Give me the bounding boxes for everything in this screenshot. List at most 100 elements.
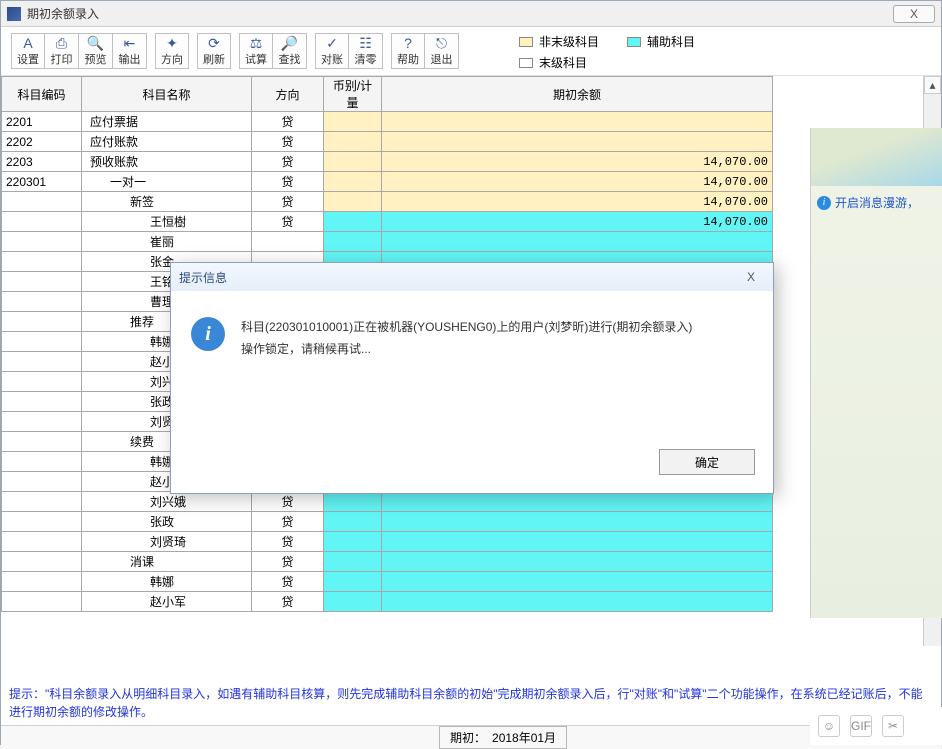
toolbar-方向-button[interactable]: ✦方向 bbox=[155, 33, 189, 69]
toolbar-帮助-button[interactable]: ?帮助 bbox=[391, 33, 425, 69]
table-row[interactable]: 2201应付票据贷 bbox=[2, 112, 773, 132]
cell-code[interactable]: 2202 bbox=[2, 132, 82, 152]
toolbar-预览-button[interactable]: 🔍预览 bbox=[79, 33, 113, 69]
emoji-icon[interactable]: ☺ bbox=[818, 715, 840, 737]
cell-name[interactable]: 应付票据 bbox=[82, 112, 252, 132]
scroll-up-icon[interactable]: ▴ bbox=[924, 76, 941, 94]
cell-code[interactable] bbox=[2, 292, 82, 312]
col-name[interactable]: 科目名称 bbox=[82, 77, 252, 112]
window-close-button[interactable]: X bbox=[893, 5, 935, 23]
cell-code[interactable] bbox=[2, 512, 82, 532]
cell-cur[interactable] bbox=[324, 212, 382, 232]
cell-name[interactable]: 新签 bbox=[82, 192, 252, 212]
col-bal[interactable]: 期初余额 bbox=[382, 77, 773, 112]
cell-name[interactable]: 消课 bbox=[82, 552, 252, 572]
cell-cur[interactable] bbox=[324, 232, 382, 252]
cell-cur[interactable] bbox=[324, 532, 382, 552]
cell-name[interactable]: 王恒樹 bbox=[82, 212, 252, 232]
cell-name[interactable]: 一对一 bbox=[82, 172, 252, 192]
cell-code[interactable]: 2203 bbox=[2, 152, 82, 172]
cell-dir[interactable]: 贷 bbox=[252, 152, 324, 172]
cell-bal[interactable] bbox=[382, 512, 773, 532]
cell-dir[interactable]: 贷 bbox=[252, 172, 324, 192]
cell-code[interactable] bbox=[2, 352, 82, 372]
cell-bal[interactable] bbox=[382, 112, 773, 132]
cell-code[interactable] bbox=[2, 252, 82, 272]
table-row[interactable]: 刘贤琦贷 bbox=[2, 532, 773, 552]
col-cur[interactable]: 币别/计量 bbox=[324, 77, 382, 112]
cell-dir[interactable]: 贷 bbox=[252, 112, 324, 132]
gif-icon[interactable]: GIF bbox=[850, 715, 872, 737]
cell-code[interactable] bbox=[2, 372, 82, 392]
table-row[interactable]: 新签贷 14,070.00 bbox=[2, 192, 773, 212]
cell-bal[interactable] bbox=[382, 572, 773, 592]
toolbar-刷新-button[interactable]: ⟳刷新 bbox=[197, 33, 231, 69]
toolbar-输出-button[interactable]: ⇤输出 bbox=[113, 33, 147, 69]
cell-dir[interactable]: 贷 bbox=[252, 552, 324, 572]
table-row[interactable]: 张政贷 bbox=[2, 512, 773, 532]
cell-bal[interactable] bbox=[382, 232, 773, 252]
toolbar-打印-button[interactable]: ⎙打印 bbox=[45, 33, 79, 69]
cell-cur[interactable] bbox=[324, 152, 382, 172]
cell-bal[interactable] bbox=[382, 552, 773, 572]
table-row[interactable]: 2202应付账款贷 bbox=[2, 132, 773, 152]
cell-dir[interactable] bbox=[252, 232, 324, 252]
cell-dir[interactable]: 贷 bbox=[252, 572, 324, 592]
cell-dir[interactable]: 贷 bbox=[252, 212, 324, 232]
cell-bal[interactable]: 14,070.00 bbox=[382, 212, 773, 232]
side-message[interactable]: i 开启消息漫游， bbox=[811, 186, 942, 219]
table-row[interactable]: 崔丽 bbox=[2, 232, 773, 252]
cell-name[interactable]: 应付账款 bbox=[82, 132, 252, 152]
toolbar-试算-button[interactable]: ⚖试算 bbox=[239, 33, 273, 69]
cell-bal[interactable] bbox=[382, 492, 773, 512]
cell-code[interactable] bbox=[2, 312, 82, 332]
toolbar-清零-button[interactable]: ☷清零 bbox=[349, 33, 383, 69]
cell-dir[interactable]: 贷 bbox=[252, 492, 324, 512]
col-dir[interactable]: 方向 bbox=[252, 77, 324, 112]
cell-cur[interactable] bbox=[324, 492, 382, 512]
dialog-close-button[interactable]: X bbox=[737, 268, 765, 286]
cell-dir[interactable]: 贷 bbox=[252, 592, 324, 612]
cell-code[interactable] bbox=[2, 432, 82, 452]
cell-bal[interactable]: 14,070.00 bbox=[382, 152, 773, 172]
cell-bal[interactable] bbox=[382, 592, 773, 612]
cell-code[interactable] bbox=[2, 212, 82, 232]
cell-cur[interactable] bbox=[324, 192, 382, 212]
cell-name[interactable]: 崔丽 bbox=[82, 232, 252, 252]
scissors-icon[interactable]: ✂ bbox=[882, 715, 904, 737]
cell-name[interactable]: 韩娜 bbox=[82, 572, 252, 592]
cell-code[interactable] bbox=[2, 472, 82, 492]
cell-code[interactable] bbox=[2, 232, 82, 252]
cell-code[interactable] bbox=[2, 412, 82, 432]
cell-bal[interactable]: 14,070.00 bbox=[382, 192, 773, 212]
cell-code[interactable] bbox=[2, 192, 82, 212]
cell-code[interactable] bbox=[2, 592, 82, 612]
cell-bal[interactable]: 14,070.00 bbox=[382, 172, 773, 192]
col-code[interactable]: 科目编码 bbox=[2, 77, 82, 112]
cell-cur[interactable] bbox=[324, 512, 382, 532]
cell-dir[interactable]: 贷 bbox=[252, 192, 324, 212]
cell-name[interactable]: 赵小军 bbox=[82, 592, 252, 612]
cell-bal[interactable] bbox=[382, 532, 773, 552]
table-row[interactable]: 韩娜贷 bbox=[2, 572, 773, 592]
cell-name[interactable]: 张政 bbox=[82, 512, 252, 532]
table-row[interactable]: 2203预收账款贷 14,070.00 bbox=[2, 152, 773, 172]
cell-code[interactable]: 220301 bbox=[2, 172, 82, 192]
cell-code[interactable] bbox=[2, 572, 82, 592]
toolbar-设置-button[interactable]: A设置 bbox=[11, 33, 45, 69]
cell-name[interactable]: 预收账款 bbox=[82, 152, 252, 172]
toolbar-对账-button[interactable]: ✓对账 bbox=[315, 33, 349, 69]
table-row[interactable]: 消课贷 bbox=[2, 552, 773, 572]
cell-name[interactable]: 刘兴娥 bbox=[82, 492, 252, 512]
table-row[interactable]: 赵小军贷 bbox=[2, 592, 773, 612]
cell-cur[interactable] bbox=[324, 132, 382, 152]
cell-bal[interactable] bbox=[382, 132, 773, 152]
cell-cur[interactable] bbox=[324, 112, 382, 132]
cell-dir[interactable]: 贷 bbox=[252, 532, 324, 552]
cell-cur[interactable] bbox=[324, 172, 382, 192]
cell-code[interactable] bbox=[2, 332, 82, 352]
cell-cur[interactable] bbox=[324, 552, 382, 572]
cell-code[interactable] bbox=[2, 492, 82, 512]
cell-code[interactable] bbox=[2, 452, 82, 472]
cell-code[interactable]: 2201 bbox=[2, 112, 82, 132]
